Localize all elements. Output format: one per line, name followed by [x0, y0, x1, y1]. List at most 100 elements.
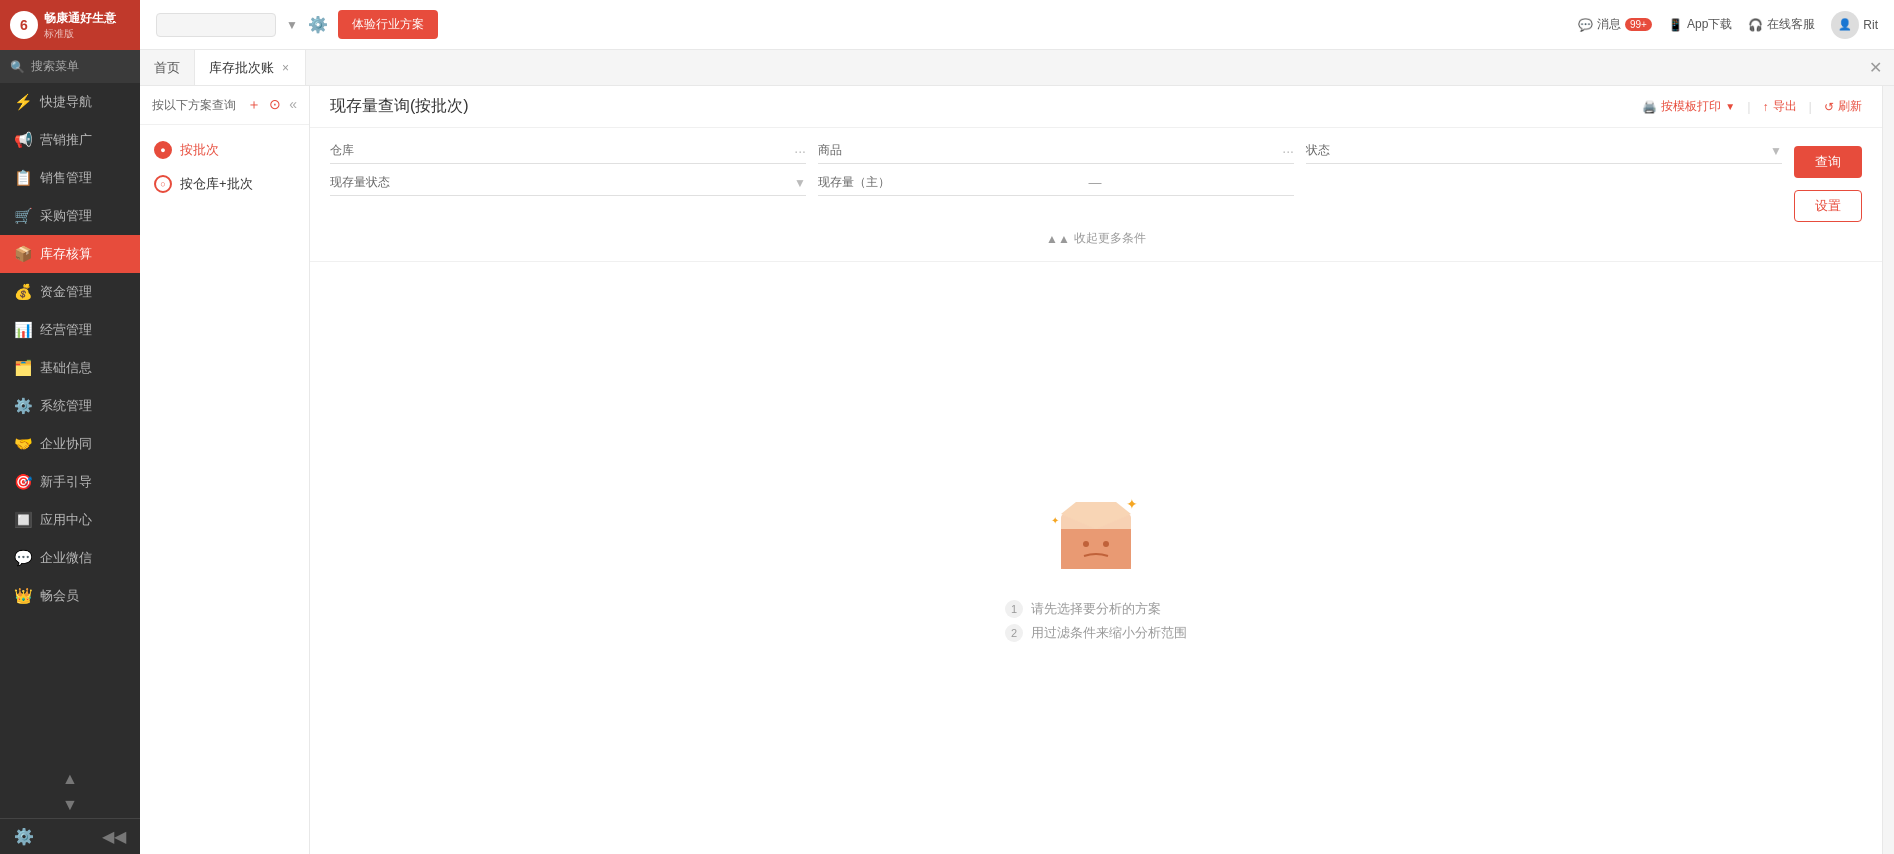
collapse-row: ▲▲ 收起更多条件	[330, 222, 1862, 247]
export-icon: ↑	[1763, 100, 1769, 114]
collapse-btn[interactable]: ▲▲ 收起更多条件	[1046, 230, 1146, 247]
quick-nav-icon: ⚡	[14, 93, 32, 111]
enterprise-icon: 🤝	[14, 435, 32, 453]
svg-point-3	[1103, 541, 1109, 547]
user-action[interactable]: 👤 Rit	[1831, 11, 1878, 39]
plan-outline-icon: ○	[154, 175, 172, 193]
sidebar-item-newbie[interactable]: 🎯 新手引导	[0, 463, 140, 501]
toggle-icon[interactable]: ◀◀	[102, 827, 126, 846]
operations-icon: 📊	[14, 321, 32, 339]
inventory-status-label: 现存量状态	[330, 174, 396, 191]
inventory-status-chevron-icon[interactable]: ▼	[794, 176, 806, 190]
tab-batch-account[interactable]: 库存批次账 ×	[195, 50, 306, 85]
sidebar-item-system[interactable]: ⚙️ 系统管理	[0, 387, 140, 425]
collapse-icon: ▲▲	[1046, 232, 1070, 246]
page-header-actions: 🖨️ 按模板打印 ▼ | ↑ 导出 | ↺ 刷新	[1642, 98, 1862, 115]
topbar-right: 💬 消息 99+ 📱 App下载 🎧 在线客服 👤 Rit	[1578, 11, 1878, 39]
refresh-btn[interactable]: ↺ 刷新	[1824, 98, 1862, 115]
settings-icon[interactable]: ⚙️	[14, 827, 34, 846]
inventory-qty-min-input[interactable]	[896, 176, 1085, 190]
newbie-icon: 🎯	[14, 473, 32, 491]
sidebar-item-marketing[interactable]: 📢 营销推广	[0, 121, 140, 159]
page-header: 现存量查询(按批次) 🖨️ 按模板打印 ▼ | ↑ 导出 | ↺	[310, 86, 1882, 128]
system-icon: ⚙️	[14, 397, 32, 415]
empty-step-1: 1 请先选择要分析的方案	[1005, 600, 1187, 618]
member-icon: 👑	[14, 587, 32, 605]
product-input[interactable]	[848, 144, 1282, 158]
inventory-icon: 📦	[14, 245, 32, 263]
sidebar-item-finance[interactable]: 💰 资金管理	[0, 273, 140, 311]
app-logo: 6	[10, 11, 38, 39]
left-panel-header: 按以下方案查询 ＋ ⊙ «	[140, 86, 309, 125]
topbar-chevron-icon[interactable]: ▼	[286, 18, 298, 32]
plan-active-icon: ●	[154, 141, 172, 159]
left-panel: 按以下方案查询 ＋ ⊙ « ● 按批次 ○ 按仓库+批次	[140, 86, 310, 854]
experience-btn[interactable]: 体验行业方案	[338, 10, 438, 39]
sidebar-scroll-down[interactable]: ▼	[0, 792, 140, 818]
phone-icon: 📱	[1668, 18, 1683, 32]
status-chevron-icon[interactable]: ▼	[1770, 144, 1782, 158]
export-btn[interactable]: ↑ 导出	[1763, 98, 1797, 115]
print-chevron-icon: ▼	[1725, 101, 1735, 112]
topbar: ▼ ⚙️ 体验行业方案 💬 消息 99+ 📱 App下载 🎧 在线客服 👤 Ri…	[140, 0, 1894, 50]
brand-info: 畅康通好生意 标准版	[44, 10, 116, 41]
empty-steps: 1 请先选择要分析的方案 2 用过滤条件来缩小分析范围	[1005, 600, 1187, 642]
sidebar-item-app-center[interactable]: 🔲 应用中心	[0, 501, 140, 539]
filter-area: 仓库 ··· 商品 ···	[310, 128, 1882, 262]
tab-close-icon[interactable]: ×	[280, 61, 291, 75]
warehouse-dots-icon[interactable]: ···	[794, 143, 806, 159]
search-icon: 🔍	[10, 60, 25, 74]
brand-name: 畅康通好生意	[44, 10, 116, 27]
sidebar-item-base[interactable]: 🗂️ 基础信息	[0, 349, 140, 387]
message-icon: 💬	[1578, 18, 1593, 32]
tab-home[interactable]: 首页	[140, 50, 195, 85]
app-download-action[interactable]: 📱 App下载	[1668, 16, 1732, 33]
product-dots-icon[interactable]: ···	[1282, 143, 1294, 159]
collapse-panel-icon[interactable]: «	[289, 96, 297, 114]
user-name: Rit	[1863, 18, 1878, 32]
svg-point-2	[1083, 541, 1089, 547]
online-service-action[interactable]: 🎧 在线客服	[1748, 16, 1815, 33]
filter-settings-btn[interactable]: 设置	[1794, 190, 1862, 222]
sidebar-item-operations[interactable]: 📊 经营管理	[0, 311, 140, 349]
print-icon: 🖨️	[1642, 100, 1657, 114]
sidebar-item-wechat[interactable]: 💬 企业微信	[0, 539, 140, 577]
settings-plan-icon[interactable]: ⊙	[269, 96, 281, 114]
main-area: ▼ ⚙️ 体验行业方案 💬 消息 99+ 📱 App下载 🎧 在线客服 👤 Ri…	[140, 0, 1894, 854]
inventory-qty-max-input[interactable]	[1106, 176, 1295, 190]
messages-action[interactable]: 💬 消息 99+	[1578, 16, 1652, 33]
sidebar-item-purchase[interactable]: 🛒 采购管理	[0, 197, 140, 235]
plan-item-by-batch[interactable]: ● 按批次	[140, 133, 309, 167]
empty-step-2: 2 用过滤条件来缩小分析范围	[1005, 624, 1187, 642]
left-panel-body: ● 按批次 ○ 按仓库+批次	[140, 125, 309, 854]
brand-sub: 标准版	[44, 27, 116, 41]
tabs-bar: 首页 库存批次账 × ✕	[140, 50, 1894, 86]
right-scrollbar[interactable]	[1882, 86, 1894, 854]
svg-text:✦: ✦	[1051, 515, 1059, 526]
empty-state: ✦ ✦ 1 请先选择要分析的方案 2 用过滤条件来缩小分析范围	[310, 262, 1882, 854]
add-plan-icon[interactable]: ＋	[247, 96, 261, 114]
sidebar-item-sales[interactable]: 📋 销售管理	[0, 159, 140, 197]
divider1: |	[1747, 99, 1750, 114]
sidebar-item-quick-nav[interactable]: ⚡ 快捷导航	[0, 83, 140, 121]
plan-item-by-warehouse-batch[interactable]: ○ 按仓库+批次	[140, 167, 309, 201]
sidebar-scroll-up[interactable]: ▲	[0, 766, 140, 792]
page-content: 按以下方案查询 ＋ ⊙ « ● 按批次 ○ 按仓库+批次	[140, 86, 1894, 854]
sidebar-search[interactable]: 🔍 搜索菜单	[0, 50, 140, 83]
warehouse-input[interactable]	[360, 144, 794, 158]
purchase-icon: 🛒	[14, 207, 32, 225]
headset-icon: 🎧	[1748, 18, 1763, 32]
sidebar-item-member[interactable]: 👑 畅会员	[0, 577, 140, 615]
messages-badge: 99+	[1625, 18, 1652, 31]
tab-close-all[interactable]: ✕	[1857, 50, 1894, 85]
topbar-search-input[interactable]	[156, 13, 276, 37]
marketing-icon: 📢	[14, 131, 32, 149]
sidebar-item-enterprise[interactable]: 🤝 企业协同	[0, 425, 140, 463]
topbar-left: ▼ ⚙️ 体验行业方案	[156, 10, 438, 39]
sidebar-footer: ⚙️ ◀◀	[0, 818, 140, 854]
print-btn[interactable]: 🖨️ 按模板打印 ▼	[1642, 98, 1735, 115]
filter-action-buttons: 查询 设置	[1794, 142, 1862, 222]
query-btn[interactable]: 查询	[1794, 146, 1862, 178]
topbar-gear-icon[interactable]: ⚙️	[308, 15, 328, 34]
sidebar-item-inventory[interactable]: 📦 库存核算	[0, 235, 140, 273]
